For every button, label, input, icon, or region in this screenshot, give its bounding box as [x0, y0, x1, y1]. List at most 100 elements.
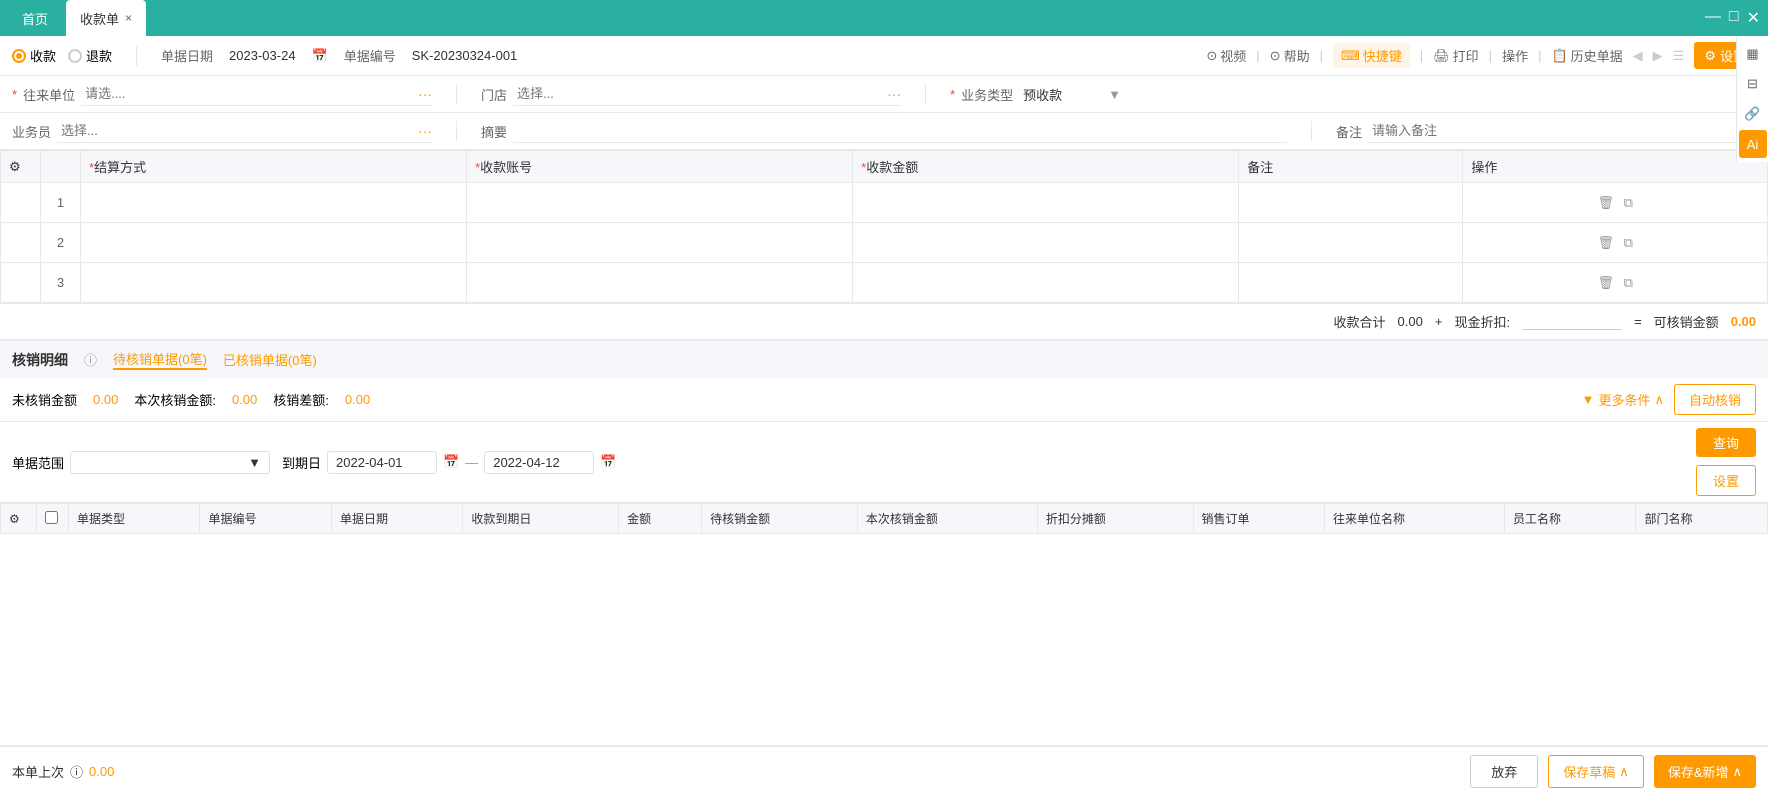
select-all-checkbox[interactable] [45, 511, 58, 524]
toolbar-right: ⊙ 视频 | ⊙ 帮助 | ⌨ 快捷键 | 🖨 打印 | [1206, 42, 1756, 69]
cell-amount-1[interactable] [853, 183, 1239, 223]
col-staff-name: 员工名称 [1505, 504, 1636, 534]
cell-amount-2[interactable] [853, 223, 1239, 263]
copy-icon-2[interactable]: ⧉ [1624, 235, 1633, 250]
save-new-button[interactable]: 保存&新增 ∧ [1654, 755, 1756, 788]
diff-label: 核销差额: [273, 390, 329, 409]
search-area: 单据范围 ▼ 到期日 📅 — 📅 查询 设置 [0, 422, 1768, 503]
cell-account-2[interactable] [467, 223, 853, 263]
tab-current[interactable]: 收款单 × [66, 0, 146, 36]
cell-remark-2[interactable] [1239, 223, 1463, 263]
delete-icon-1[interactable]: 🗑 [1597, 195, 1614, 210]
shortcut-link[interactable]: ⌨ 快捷键 [1333, 43, 1410, 68]
range-dropdown[interactable]: ▼ [70, 451, 270, 474]
sum-label: 收款合计 [1334, 312, 1386, 331]
right-panel-ai-icon[interactable]: Ai [1739, 130, 1767, 158]
save-draft-arrow-icon[interactable]: ∧ [1619, 764, 1629, 780]
bottom-info-value: 0.00 [89, 764, 114, 779]
col-gear[interactable]: ⚙ [1, 504, 37, 534]
col-settings[interactable]: ⚙ [1, 151, 41, 183]
biz-type-label: 业务类型 [961, 85, 1013, 104]
cash-discount-input[interactable] [1522, 314, 1622, 330]
calendar-icon[interactable]: 📅 [312, 48, 328, 64]
staff-ellipsis[interactable]: ··· [418, 123, 432, 139]
close-window-icon[interactable]: ✕ [1747, 8, 1760, 28]
cell-account-3[interactable] [467, 263, 853, 303]
staff-input[interactable] [57, 121, 418, 140]
biz-type-value: 预收款 [1023, 85, 1062, 104]
cell-remark-1[interactable] [1239, 183, 1463, 223]
save-new-arrow-icon[interactable]: ∧ [1732, 764, 1742, 780]
video-link[interactable]: ⊙ 视频 [1206, 46, 1246, 65]
col-sales-order: 销售订单 [1193, 504, 1324, 534]
done-tab[interactable]: 已核销单据(0笔) [223, 350, 317, 369]
tab-bar-window-controls: — □ ✕ [1705, 8, 1760, 28]
remark-input[interactable] [1368, 121, 1756, 140]
col-pending-amount: 待核销金额 [702, 504, 858, 534]
ops-link[interactable]: 操作 [1502, 46, 1528, 65]
sum-value: 0.00 [1398, 314, 1423, 329]
summary-label: 摘要 [481, 122, 507, 141]
table-row: 3 🗑 ⧉ [1, 263, 1768, 303]
biz-type-field: * 业务类型 预收款 ▼ [950, 85, 1121, 104]
bottom-info-label: 本单上次 [12, 762, 64, 781]
cell-payment-3[interactable] [81, 263, 467, 303]
radio-receipt-dot [12, 49, 26, 63]
col-ops: 操作 [1463, 151, 1768, 183]
save-draft-button[interactable]: 保存草稿 ∧ [1548, 755, 1644, 788]
cell-payment-1[interactable] [81, 183, 467, 223]
copy-icon-3[interactable]: ⧉ [1624, 275, 1633, 290]
cell-payment-2[interactable] [81, 223, 467, 263]
col-checkbox[interactable] [37, 504, 69, 534]
delete-icon-3[interactable]: 🗑 [1597, 275, 1614, 290]
plus-sign: + [1435, 314, 1443, 329]
right-panel-icon-2[interactable]: ⊟ [1739, 70, 1767, 98]
col-receipt-amount: *收款金额 [853, 151, 1239, 183]
cell-account-1[interactable] [467, 183, 853, 223]
store-ellipsis[interactable]: ··· [887, 86, 901, 102]
calendar-from-icon[interactable]: 📅 [443, 454, 459, 470]
copy-icon-1[interactable]: ⧉ [1624, 195, 1633, 210]
radio-receipt[interactable]: 收款 [12, 46, 56, 65]
abandon-button[interactable]: 放弃 [1470, 755, 1538, 788]
store-input[interactable] [513, 84, 887, 103]
right-panel-icon-3[interactable]: 🔗 [1739, 100, 1767, 128]
range-label: 单据范围 [12, 453, 64, 472]
partner-input[interactable] [81, 84, 418, 103]
radio-refund[interactable]: 退款 [68, 46, 112, 65]
due-date-from-input[interactable] [327, 451, 437, 474]
row-num-3: 3 [41, 263, 81, 303]
summary-input[interactable] [513, 121, 1287, 140]
query-button[interactable]: 查询 [1696, 428, 1756, 457]
toolbar-row: 收款 退款 单据日期 2023-03-24 📅 单据编号 SK-20230324… [0, 36, 1768, 76]
partner-ellipsis[interactable]: ··· [418, 86, 432, 102]
cell-remark-3[interactable] [1239, 263, 1463, 303]
due-date-to-input[interactable] [484, 451, 594, 474]
minimize-icon[interactable]: — [1705, 8, 1721, 28]
store-input-box: ··· [513, 82, 901, 106]
delete-icon-2[interactable]: 🗑 [1597, 235, 1614, 250]
maximize-icon[interactable]: □ [1729, 8, 1739, 28]
staff-input-box: ··· [57, 119, 432, 143]
col-this-amount: 本次核销金额 [857, 504, 1037, 534]
cell-amount-3[interactable] [853, 263, 1239, 303]
tab-close-icon[interactable]: × [125, 11, 132, 25]
bottom-info: 本单上次 ⓘ 0.00 [12, 762, 114, 781]
calendar-to-icon[interactable]: 📅 [600, 454, 616, 470]
auto-verify-button[interactable]: 自动核销 [1674, 384, 1756, 415]
video-icon: ⊙ [1206, 48, 1217, 64]
tab-home[interactable]: 首页 [8, 0, 62, 36]
range-field: 单据范围 ▼ [12, 451, 270, 474]
help-link[interactable]: ⊙ 帮助 [1270, 46, 1310, 65]
more-conditions-btn[interactable]: ▼ 更多条件 ∧ [1582, 390, 1664, 409]
pending-tab[interactable]: 待核销单据(0笔) [113, 349, 207, 370]
bottom-info-icon: ⓘ [70, 762, 83, 781]
settings-icon: ⚙ [1704, 48, 1716, 64]
remark-input-box [1368, 119, 1756, 143]
biz-type-dropdown-icon[interactable]: ▼ [1108, 87, 1121, 102]
table-settings-button[interactable]: 设置 [1696, 465, 1756, 496]
filter-icon: ▼ [1582, 392, 1595, 407]
right-panel-icon-1[interactable]: ▦ [1739, 40, 1767, 68]
print-link[interactable]: 🖨 打印 [1433, 46, 1479, 65]
history-link[interactable]: 📋 历史单据 [1551, 46, 1622, 65]
